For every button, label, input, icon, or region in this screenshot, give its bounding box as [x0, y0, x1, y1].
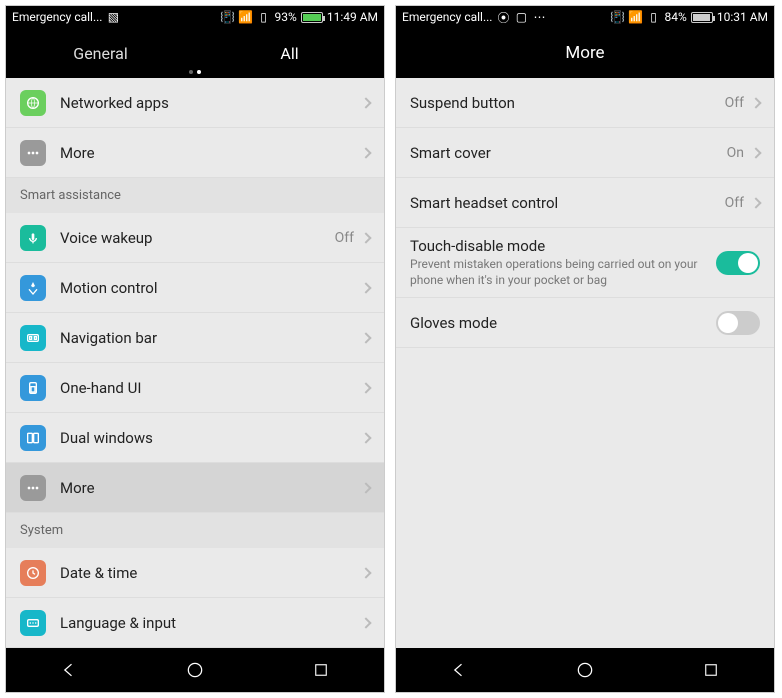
- row-label: Dual windows: [60, 429, 362, 447]
- chevron-right-icon: [360, 617, 371, 628]
- section-smart-assistance: Smart assistance: [6, 178, 384, 213]
- row-label: Voice wakeup: [60, 229, 335, 247]
- chevron-right-icon: [360, 97, 371, 108]
- chevron-right-icon: [750, 147, 761, 158]
- more-notif-icon: ⋯: [532, 10, 546, 24]
- row-motion-control[interactable]: Motion control: [6, 263, 384, 313]
- touch-disable-toggle[interactable]: [716, 251, 760, 275]
- more-icon: [20, 475, 46, 501]
- recent-button[interactable]: [301, 650, 341, 690]
- screenshot-icon: ▢: [514, 10, 528, 24]
- row-label: Suspend button: [410, 94, 725, 112]
- row-networked-apps[interactable]: Networked apps: [6, 78, 384, 128]
- row-label: Smart headset control: [410, 194, 725, 212]
- row-dual-windows[interactable]: Dual windows: [6, 413, 384, 463]
- row-more-1[interactable]: More: [6, 128, 384, 178]
- row-label: Touch-disable mode: [410, 237, 716, 255]
- row-value: On: [727, 145, 744, 161]
- home-button[interactable]: [175, 650, 215, 690]
- one-hand-icon: [20, 375, 46, 401]
- nav-bar: [6, 648, 384, 692]
- row-smart-headset[interactable]: Smart headset control Off: [396, 178, 774, 228]
- status-bar: Emergency call... ▧ 📳 📶 ▯ 93% 11:49 AM: [6, 6, 384, 28]
- clock: 10:31 AM: [717, 10, 768, 24]
- row-value: Off: [725, 95, 744, 111]
- chevron-right-icon: [360, 382, 371, 393]
- chevron-right-icon: [360, 482, 371, 493]
- row-label: Smart cover: [410, 144, 727, 162]
- row-language-input[interactable]: Language & input: [6, 598, 384, 648]
- row-label: More: [60, 144, 362, 162]
- row-voice-wakeup[interactable]: Voice wakeup Off: [6, 213, 384, 263]
- chevron-right-icon: [750, 97, 761, 108]
- notification-icon: ▧: [106, 10, 120, 24]
- row-label: Networked apps: [60, 94, 362, 112]
- row-more-2[interactable]: More: [6, 463, 384, 513]
- battery-icon: [301, 12, 323, 23]
- back-button[interactable]: [49, 650, 89, 690]
- row-touch-disable[interactable]: Touch-disable mode Prevent mistaken oper…: [396, 228, 774, 298]
- navbar-icon: [20, 325, 46, 351]
- status-bar: Emergency call... ⦿ ▢ ⋯ 📳 📶 ▯ 84% 10:31 …: [396, 6, 774, 28]
- tab-general[interactable]: General: [6, 44, 195, 63]
- back-button[interactable]: [439, 650, 479, 690]
- dual-windows-icon: [20, 425, 46, 451]
- voice-icon: [20, 225, 46, 251]
- location-icon: ⦿: [496, 10, 510, 24]
- chevron-right-icon: [360, 432, 371, 443]
- row-value: Off: [335, 230, 354, 246]
- row-smart-cover[interactable]: Smart cover On: [396, 128, 774, 178]
- wifi-icon: 📶: [629, 10, 643, 24]
- row-suspend-button[interactable]: Suspend button Off: [396, 78, 774, 128]
- row-label: Date & time: [60, 564, 362, 582]
- clock: 11:49 AM: [327, 10, 378, 24]
- vibrate-icon: 📳: [221, 10, 235, 24]
- battery-pct: 93%: [275, 10, 297, 24]
- carrier-text: Emergency call...: [12, 10, 102, 24]
- tab-all[interactable]: All: [195, 44, 384, 63]
- right-phone-screen: Emergency call... ⦿ ▢ ⋯ 📳 📶 ▯ 84% 10:31 …: [395, 5, 775, 693]
- recent-button[interactable]: [691, 650, 731, 690]
- chevron-right-icon: [750, 197, 761, 208]
- chevron-right-icon: [360, 282, 371, 293]
- sim-icon: ▯: [647, 10, 661, 24]
- nav-bar: [396, 648, 774, 692]
- row-navigation-bar[interactable]: Navigation bar: [6, 313, 384, 363]
- chevron-right-icon: [360, 567, 371, 578]
- language-icon: [20, 610, 46, 636]
- row-label: More: [60, 479, 362, 497]
- section-system: System: [6, 513, 384, 548]
- battery-pct: 84%: [665, 10, 687, 24]
- row-gloves-mode[interactable]: Gloves mode: [396, 298, 774, 348]
- tab-indicator: [189, 70, 201, 74]
- row-label: Motion control: [60, 279, 362, 297]
- row-value: Off: [725, 195, 744, 211]
- page-title: More: [396, 28, 774, 78]
- row-date-time[interactable]: Date & time: [6, 548, 384, 598]
- gloves-mode-toggle[interactable]: [716, 311, 760, 335]
- left-phone-screen: Emergency call... ▧ 📳 📶 ▯ 93% 11:49 AM G…: [5, 5, 385, 693]
- carrier-text: Emergency call...: [402, 10, 492, 24]
- motion-icon: [20, 275, 46, 301]
- home-button[interactable]: [565, 650, 605, 690]
- row-one-hand-ui[interactable]: One-hand UI: [6, 363, 384, 413]
- settings-list: Networked apps More Smart assistance Voi…: [6, 78, 384, 648]
- wifi-icon: 📶: [239, 10, 253, 24]
- row-sublabel: Prevent mistaken operations being carrie…: [410, 257, 716, 288]
- row-label: One-hand UI: [60, 379, 362, 397]
- chevron-right-icon: [360, 332, 371, 343]
- more-settings-list: Suspend button Off Smart cover On Smart …: [396, 78, 774, 648]
- chevron-right-icon: [360, 147, 371, 158]
- vibrate-icon: 📳: [611, 10, 625, 24]
- row-label: Gloves mode: [410, 314, 716, 332]
- row-label: Language & input: [60, 614, 362, 632]
- battery-icon: [691, 12, 713, 23]
- more-icon: [20, 140, 46, 166]
- tab-bar: General All: [6, 28, 384, 78]
- clock-icon: [20, 560, 46, 586]
- network-icon: [20, 90, 46, 116]
- chevron-right-icon: [360, 232, 371, 243]
- row-label: Navigation bar: [60, 329, 362, 347]
- sim-icon: ▯: [257, 10, 271, 24]
